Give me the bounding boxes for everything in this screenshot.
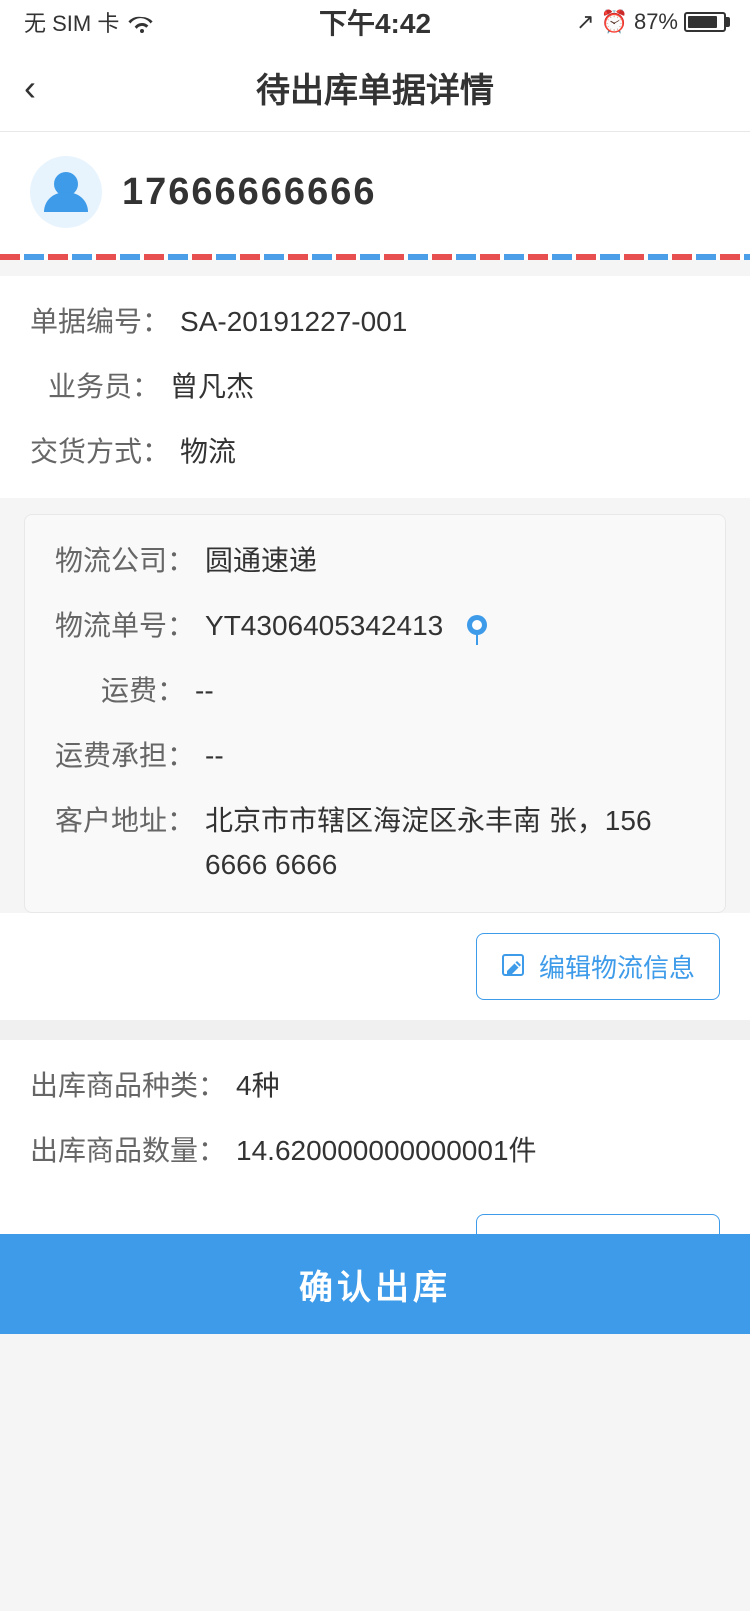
edit-logistics-row: 编辑物流信息 [0, 913, 750, 1020]
freight-value: -- [195, 669, 695, 714]
staff-row: 业务员： 曾凡杰 [30, 365, 720, 410]
user-header: 17666666666 [0, 132, 750, 252]
edit-logistics-button[interactable]: 编辑物流信息 [476, 933, 720, 1000]
user-icon [40, 166, 92, 218]
alarm-icon: ⏰ [601, 9, 628, 35]
logistics-company-label: 物流公司： [55, 539, 195, 584]
product-quantity-row: 出库商品数量： 14.620000000000001件 [30, 1129, 720, 1174]
product-quantity-label: 出库商品数量： [30, 1129, 226, 1174]
back-button[interactable]: ‹ [24, 67, 36, 109]
tracking-row: 物流单号： YT4306405342413 [55, 604, 695, 649]
delivery-row: 交货方式： 物流 [30, 430, 720, 475]
nav-bar: ‹ 待出库单据详情 [0, 44, 750, 132]
confirm-button-label: 确认出库 [299, 1260, 451, 1309]
page-title: 待出库单据详情 [256, 63, 494, 112]
avatar [30, 156, 102, 228]
freight-label: 运费： [55, 669, 185, 714]
user-phone: 17666666666 [122, 171, 376, 214]
status-bar: 无 SIM 卡 下午4:42 ↗ ⏰ 87% [0, 0, 750, 44]
order-number-row: 单据编号： SA-20191227-001 [30, 300, 720, 345]
tracking-label: 物流单号： [55, 604, 195, 649]
carrier-text: 无 SIM 卡 [24, 6, 119, 38]
bottom-spacer [0, 1311, 750, 1511]
status-time: 下午4:42 [319, 2, 431, 42]
location-icon[interactable] [459, 609, 495, 645]
address-label: 客户地址： [55, 799, 195, 844]
gray-divider [0, 1020, 750, 1040]
location-status-icon: ↗ [576, 9, 594, 35]
tracking-value-container: YT4306405342413 [205, 604, 695, 649]
address-row: 客户地址： 北京市市辖区海淀区永丰南 张，156 6666 6666 [55, 799, 695, 889]
staff-value: 曾凡杰 [170, 365, 720, 410]
delivery-label: 交货方式： [30, 430, 170, 475]
product-quantity-value: 14.620000000000001件 [236, 1129, 720, 1174]
order-number-label: 单据编号： [30, 300, 170, 345]
wifi-icon [127, 11, 157, 33]
product-type-value: 4种 [236, 1064, 720, 1109]
order-info-section: 单据编号： SA-20191227-001 业务员： 曾凡杰 交货方式： 物流 [0, 276, 750, 498]
summary-section: 出库商品种类： 4种 出库商品数量： 14.620000000000001件 [0, 1040, 750, 1198]
edit-icon [501, 953, 529, 981]
logistics-company-row: 物流公司： 圆通速递 [55, 539, 695, 584]
product-type-label: 出库商品种类： [30, 1064, 226, 1109]
delivery-value: 物流 [180, 430, 720, 475]
freight-bear-value: -- [205, 734, 695, 779]
tracking-number: YT4306405342413 [205, 604, 443, 649]
freight-bear-label: 运费承担： [55, 734, 195, 779]
staff-label: 业务员： [30, 365, 160, 410]
status-right: ↗ ⏰ 87% [576, 9, 726, 35]
logistics-card: 物流公司： 圆通速递 物流单号： YT4306405342413 运费： -- [24, 514, 726, 913]
dashed-divider [0, 252, 750, 260]
freight-bear-row: 运费承担： -- [55, 734, 695, 779]
freight-row: 运费： -- [55, 669, 695, 714]
product-type-row: 出库商品种类： 4种 [30, 1064, 720, 1109]
battery-icon [684, 12, 726, 32]
status-left: 无 SIM 卡 [24, 6, 157, 38]
order-number-value: SA-20191227-001 [180, 300, 720, 345]
logistics-company-value: 圆通速递 [205, 539, 695, 584]
edit-logistics-label: 编辑物流信息 [539, 948, 695, 985]
address-value: 北京市市辖区海淀区永丰南 张，156 6666 6666 [205, 799, 695, 889]
confirm-bar[interactable]: 确认出库 [0, 1234, 750, 1334]
battery-text: 87% [634, 9, 678, 35]
